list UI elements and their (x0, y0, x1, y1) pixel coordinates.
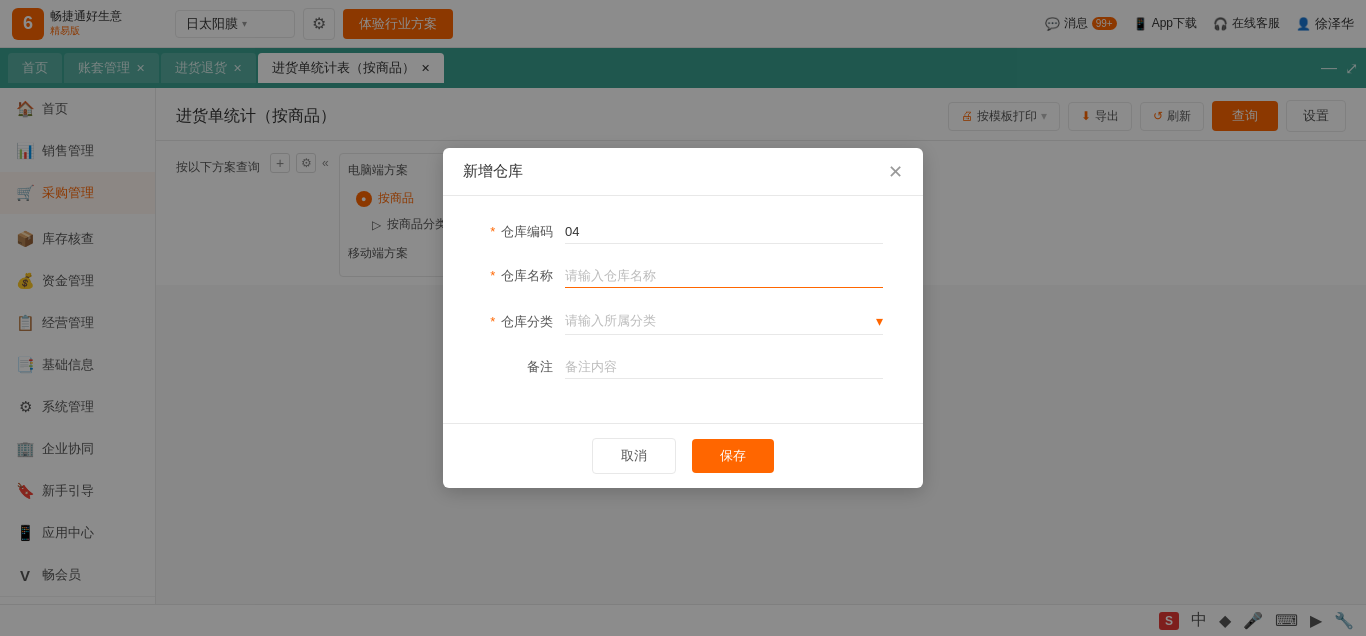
category-label: * 仓库分类 (483, 313, 553, 331)
modal-backdrop: 新增仓库 ✕ * 仓库编码 * 仓库名称 (0, 0, 1366, 636)
name-input[interactable] (565, 264, 883, 288)
form-row-name: * 仓库名称 (483, 264, 883, 288)
name-label: * 仓库名称 (483, 267, 553, 285)
form-row-category: * 仓库分类 请输入所属分类 ▾ (483, 308, 883, 335)
modal-footer: 取消 保存 (443, 423, 923, 488)
category-select[interactable]: 请输入所属分类 ▾ (565, 308, 883, 335)
save-button[interactable]: 保存 (692, 439, 774, 473)
modal-close-icon[interactable]: ✕ (888, 163, 903, 181)
note-input[interactable] (565, 355, 883, 379)
category-dropdown-icon: ▾ (876, 313, 883, 329)
form-row-note: 备注 (483, 355, 883, 379)
modal-header: 新增仓库 ✕ (443, 148, 923, 196)
modal-title: 新增仓库 (463, 162, 523, 181)
cancel-button[interactable]: 取消 (592, 438, 676, 474)
code-input[interactable] (565, 220, 883, 244)
note-label: 备注 (483, 358, 553, 376)
new-warehouse-modal: 新增仓库 ✕ * 仓库编码 * 仓库名称 (443, 148, 923, 488)
form-row-code: * 仓库编码 (483, 220, 883, 244)
code-label: * 仓库编码 (483, 223, 553, 241)
modal-body: * 仓库编码 * 仓库名称 * 仓库分类 请输入所属 (443, 196, 923, 423)
